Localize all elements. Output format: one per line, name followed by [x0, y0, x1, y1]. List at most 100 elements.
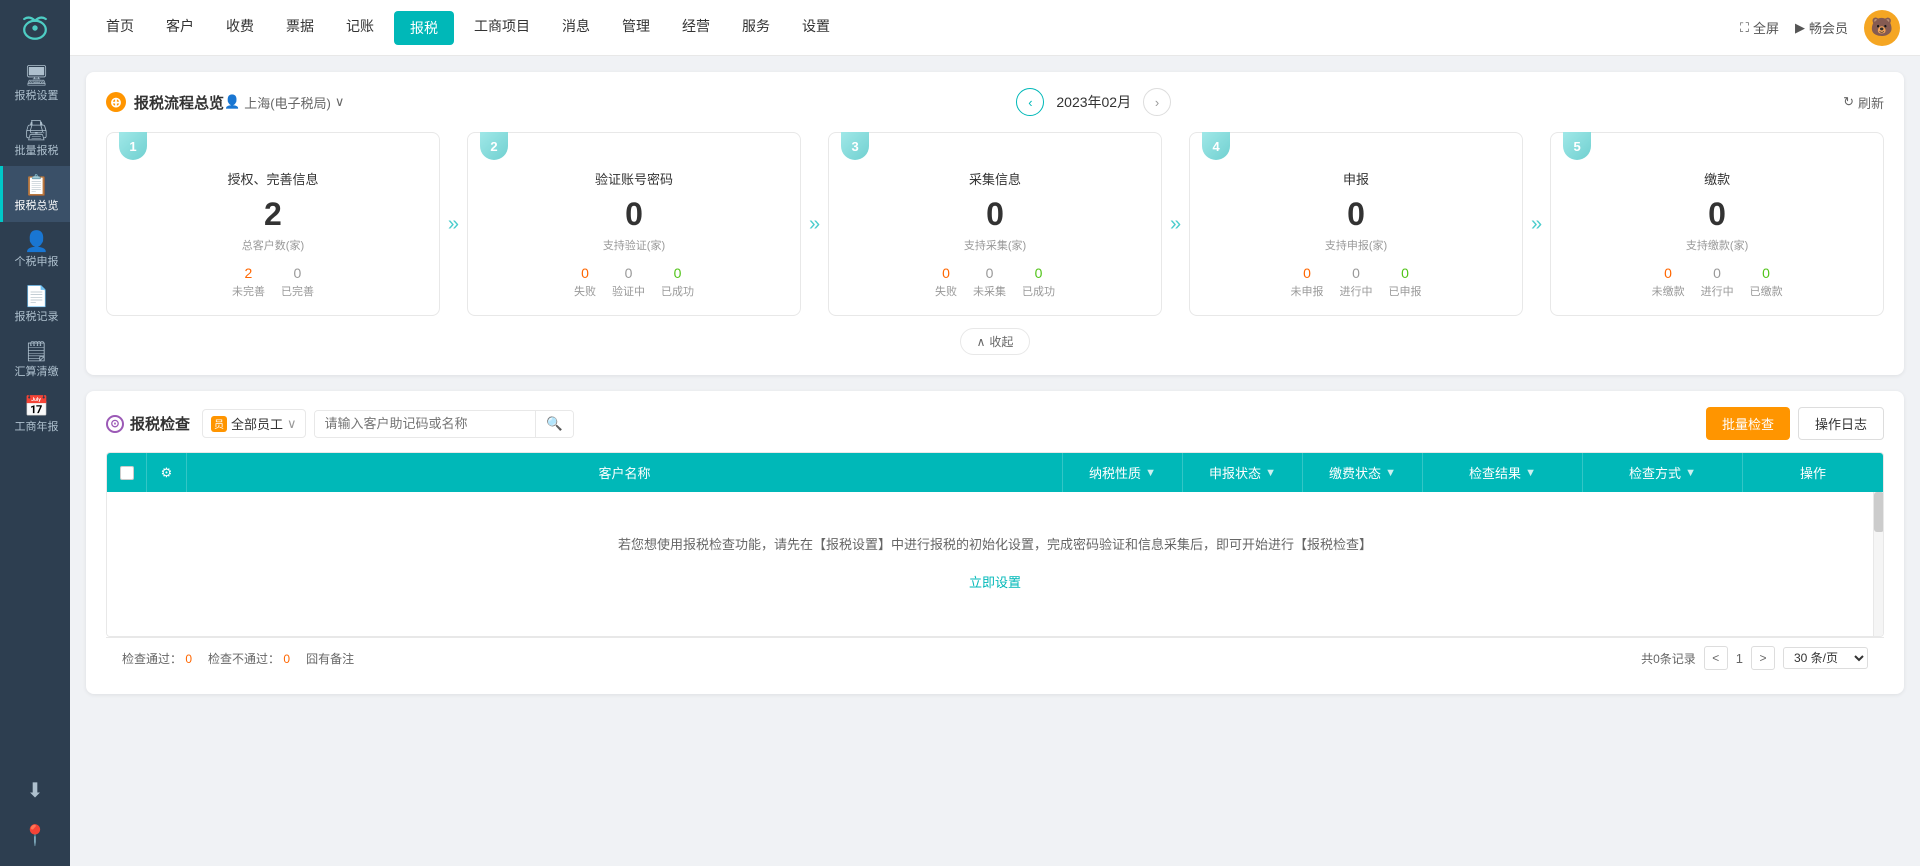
- staff-select[interactable]: 员 全部员工 ∨: [202, 409, 306, 438]
- th-fee-status[interactable]: 缴费状态 ▼: [1303, 453, 1423, 492]
- step-number-1: 1: [119, 132, 147, 160]
- next-page-btn[interactable]: >: [1751, 646, 1775, 670]
- operation-log-btn[interactable]: 操作日志: [1798, 407, 1884, 440]
- topnav-settings[interactable]: 设置: [786, 0, 846, 56]
- sidebar-item-settlement[interactable]: 🗒 汇算清缴: [0, 332, 70, 387]
- main-wrapper: 首页 客户 收费 票据 记账 报税 工商项目 消息 管理 经营 服务 设置 ⛶ …: [70, 0, 1920, 866]
- th-tax-nature[interactable]: 纳税性质 ▼: [1063, 453, 1183, 492]
- th-settings[interactable]: ⚙: [147, 453, 187, 492]
- refresh-icon: ↻: [1843, 94, 1854, 110]
- sidebar-location-btn[interactable]: 📍: [0, 815, 70, 856]
- sidebar-item-annual-report[interactable]: 📅 工商年报: [0, 387, 70, 442]
- process-title-icon: ⊕: [106, 92, 126, 112]
- tax-records-icon: 📄: [24, 287, 49, 307]
- process-nav: ‹ 2023年02月 ›: [1016, 88, 1171, 116]
- total-records: 共0条记录: [1641, 650, 1696, 667]
- step-arrow-1: »: [440, 132, 467, 316]
- step-title-2: 验证账号密码: [484, 169, 784, 188]
- taxcheck-header: ⊙ 报税检查 员 全部员工 ∨ 🔍 批量检查 操作日志: [106, 407, 1884, 440]
- step-stats-5: 0 未缴款 0 进行中 0 已缴款: [1567, 265, 1867, 299]
- topnav-services[interactable]: 服务: [726, 0, 786, 56]
- topnav-messages[interactable]: 消息: [546, 0, 606, 56]
- process-step-2: 2 验证账号密码 0 支持验证(家) 0 失败 0 验证中: [467, 132, 801, 316]
- step-number-3: 3: [841, 132, 869, 160]
- topnav-management[interactable]: 管理: [606, 0, 666, 56]
- chevron-down-icon: ∨: [335, 94, 345, 110]
- step-subtitle-4: 支持申报(家): [1206, 237, 1506, 253]
- collapse-btn[interactable]: ∧ 收起: [960, 328, 1031, 355]
- header-checkbox[interactable]: [120, 466, 134, 480]
- step-count-5: 0: [1567, 196, 1867, 233]
- process-step-4: 4 申报 0 支持申报(家) 0 未申报 0 进行中: [1189, 132, 1523, 316]
- sidebar-item-personal-tax[interactable]: 👤 个税申报: [0, 222, 70, 277]
- nav-date: 2023年02月: [1056, 92, 1131, 112]
- step-stat-4-2[interactable]: 0 已申报: [1389, 265, 1422, 299]
- prev-month-btn[interactable]: ‹: [1016, 88, 1044, 116]
- topnav-accounting[interactable]: 记账: [330, 0, 390, 56]
- table-header: ⚙ 客户名称 纳税性质 ▼ 申报状态 ▼: [107, 453, 1883, 492]
- batch-check-btn[interactable]: 批量检查: [1706, 407, 1790, 440]
- prev-page-btn[interactable]: <: [1704, 646, 1728, 670]
- tax-overview-icon: 📋: [24, 176, 49, 196]
- sidebar-download-btn[interactable]: ⬇: [0, 770, 70, 811]
- sidebar-item-batch-tax[interactable]: 🖨 批量报税: [0, 111, 70, 166]
- th-check-method[interactable]: 检查方式 ▼: [1583, 453, 1743, 492]
- topnav-customer[interactable]: 客户: [150, 0, 210, 56]
- topnav-home[interactable]: 首页: [90, 0, 150, 56]
- step-subtitle-3: 支持采集(家): [845, 237, 1145, 253]
- th-declare-status[interactable]: 申报状态 ▼: [1183, 453, 1303, 492]
- scrollbar-thumb[interactable]: [1874, 492, 1884, 532]
- topnav-fees[interactable]: 收费: [210, 0, 270, 56]
- setup-link[interactable]: 立即设置: [969, 575, 1021, 590]
- topnav-tickets[interactable]: 票据: [270, 0, 330, 56]
- step-stat-5-0[interactable]: 0 未缴款: [1652, 265, 1685, 299]
- th-checkbox[interactable]: [107, 453, 147, 492]
- pass-count-link[interactable]: 0: [185, 652, 192, 666]
- step-stat-1-0[interactable]: 2 未完善: [232, 265, 265, 299]
- process-overview-card: ⊕ 报税流程总览 👤 上海(电子税局) ∨ ‹ 2023年02月 › ↻: [86, 72, 1904, 375]
- th-check-result[interactable]: 检查结果 ▼: [1423, 453, 1583, 492]
- step-number-5: 5: [1563, 132, 1591, 160]
- step-stats-1: 2 未完善 0 已完善: [123, 265, 423, 299]
- step-stat-2-1[interactable]: 0 验证中: [612, 265, 645, 299]
- step-stat-1-1[interactable]: 0 已完善: [281, 265, 314, 299]
- step-arrow-3: »: [1162, 132, 1189, 316]
- step-stat-5-1[interactable]: 0 进行中: [1701, 265, 1734, 299]
- fullscreen-btn[interactable]: ⛶ 全屏: [1740, 18, 1779, 37]
- topnav-commerce[interactable]: 工商项目: [458, 0, 546, 56]
- scrollbar-track[interactable]: [1873, 492, 1883, 636]
- note-label: 囧有备注: [306, 650, 354, 667]
- batch-tax-icon: 🖨: [24, 121, 49, 141]
- step-stat-3-1[interactable]: 0 未采集: [973, 265, 1006, 299]
- step-stat-3-0[interactable]: 0 失败: [935, 265, 957, 299]
- step-stat-2-0[interactable]: 0 失败: [574, 265, 596, 299]
- sidebar-item-tax-records[interactable]: 📄 报税记录: [0, 277, 70, 332]
- search-input[interactable]: [315, 411, 535, 436]
- user-avatar[interactable]: 🐻: [1864, 10, 1900, 46]
- fail-count-link[interactable]: 0: [283, 652, 290, 666]
- step-stat-3-2[interactable]: 0 已成功: [1022, 265, 1055, 299]
- next-month-btn[interactable]: ›: [1143, 88, 1171, 116]
- process-location-btn[interactable]: 👤 上海(电子税局) ∨: [224, 93, 344, 112]
- step-stat-4-1[interactable]: 0 进行中: [1340, 265, 1373, 299]
- refresh-btn[interactable]: ↻ 刷新: [1843, 93, 1884, 112]
- topnav-tax[interactable]: 报税: [394, 11, 454, 45]
- sidebar-item-tax-settings[interactable]: 🖥 报税设置: [0, 56, 70, 111]
- step-arrow-2: »: [801, 132, 828, 316]
- step-stat-5-2[interactable]: 0 已缴款: [1750, 265, 1783, 299]
- personal-tax-icon: 👤: [24, 232, 49, 252]
- step-stat-2-2[interactable]: 0 已成功: [661, 265, 694, 299]
- step-count-1: 2: [123, 196, 423, 233]
- sidebar-item-tax-overview[interactable]: 📋 报税总览: [0, 166, 70, 221]
- topnav-operations[interactable]: 经营: [666, 0, 726, 56]
- table-wrapper: ⚙ 客户名称 纳税性质 ▼ 申报状态 ▼: [106, 452, 1884, 637]
- search-btn[interactable]: 🔍: [535, 411, 573, 437]
- process-step-5: 5 缴款 0 支持缴款(家) 0 未缴款 0 进行中: [1550, 132, 1884, 316]
- collapse-icon: ∧: [977, 335, 986, 349]
- step-stat-4-0[interactable]: 0 未申报: [1291, 265, 1324, 299]
- taxcheck-title-icon: ⊙: [106, 415, 124, 433]
- process-steps: 1 授权、完善信息 2 总客户数(家) 2 未完善 0 已完善: [106, 132, 1884, 316]
- vip-btn[interactable]: ▶ 畅会员: [1795, 18, 1848, 37]
- per-page-select[interactable]: 30 条/页 50 条/页 100 条/页: [1783, 647, 1868, 669]
- filter-icon-1: ▼: [1145, 467, 1156, 479]
